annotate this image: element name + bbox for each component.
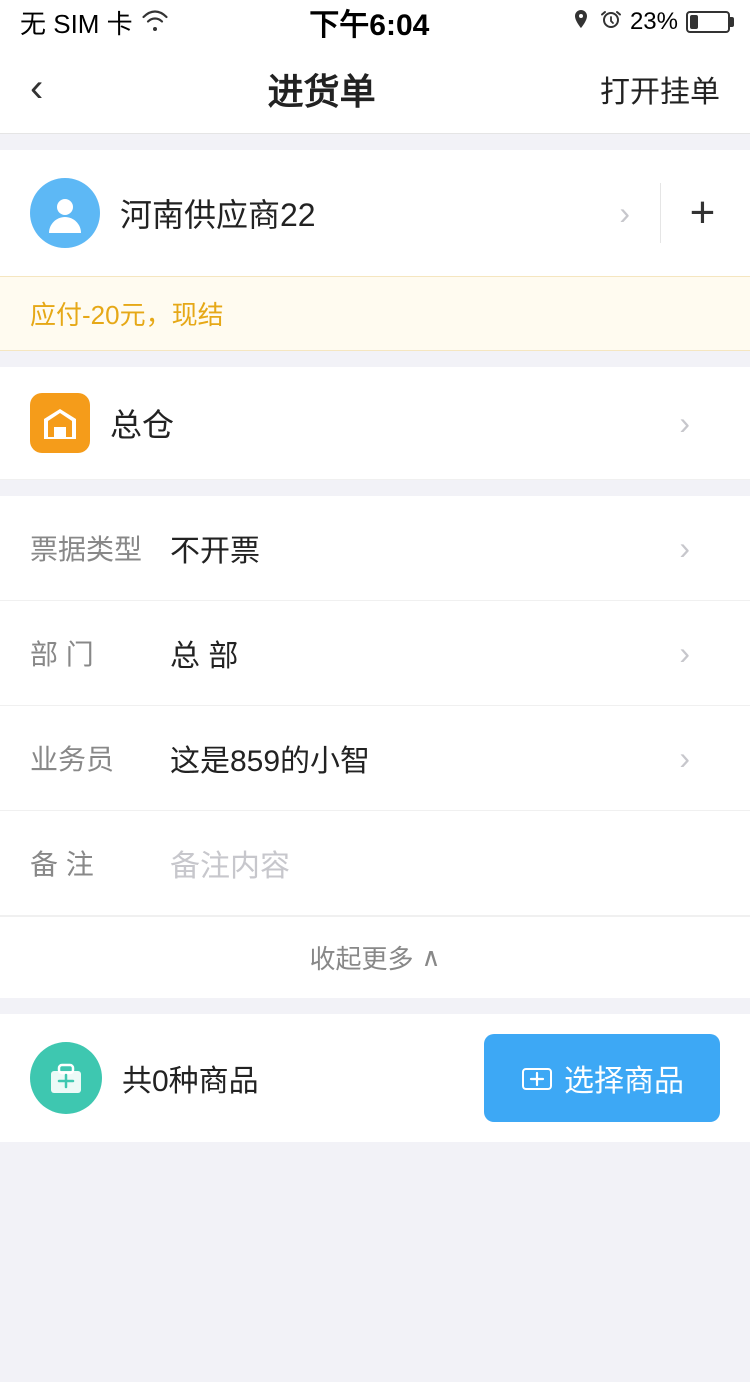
salesman-chevron-icon: › (679, 740, 690, 777)
top-divider (0, 134, 750, 150)
status-right: 23% (570, 8, 730, 37)
invoice-type-row[interactable]: 票据类型 不开票 › (0, 496, 750, 601)
salesman-label: 业务员 (30, 738, 170, 778)
collapse-icon: ∧ (421, 942, 440, 973)
add-supplier-button[interactable]: + (660, 183, 720, 243)
location-icon (570, 8, 592, 37)
supplier-avatar (30, 178, 100, 248)
wifi-icon (141, 7, 169, 38)
collapse-label: 收起更多 (309, 939, 413, 976)
supplier-chevron-icon: › (619, 195, 630, 232)
collapse-row[interactable]: 收起更多 ∧ (0, 916, 750, 998)
warehouse-row[interactable]: 总仓 › (0, 367, 750, 480)
nav-bar: ‹ 进货单 打开挂单 (0, 44, 750, 134)
bottom-product-bar: 共0种商品 选择商品 (0, 1014, 750, 1142)
notice-banner: 应付-20元，现结 (0, 276, 750, 351)
salesman-row[interactable]: 业务员 这是859的小智 › (0, 706, 750, 811)
back-button[interactable]: ‹ (30, 66, 43, 111)
page-title: 进货单 (268, 63, 376, 115)
supplier-name: 河南供应商22 (120, 190, 619, 236)
invoice-type-label: 票据类型 (30, 528, 170, 568)
warehouse-chevron-icon: › (679, 405, 690, 442)
alarm-icon (600, 8, 622, 37)
warehouse-section: 总仓 › (0, 367, 750, 480)
warehouse-name: 总仓 (110, 400, 679, 446)
notice-text: 应付-20元，现结 (30, 300, 224, 330)
invoice-type-chevron-icon: › (679, 530, 690, 567)
status-bar: 无 SIM 卡 下午6:04 23% (0, 0, 750, 44)
department-chevron-icon: › (679, 635, 690, 672)
remark-label: 备 注 (30, 843, 170, 883)
department-value: 总 部 (170, 631, 679, 675)
divider-1 (0, 351, 750, 367)
divider-2 (0, 480, 750, 496)
remark-row[interactable]: 备 注 备注内容 (0, 811, 750, 916)
select-product-label: 选择商品 (564, 1056, 684, 1100)
salesman-value: 这是859的小智 (170, 736, 679, 780)
product-icon (30, 1042, 102, 1114)
supplier-section: 河南供应商22 › + 应付-20元，现结 (0, 150, 750, 351)
form-section: 票据类型 不开票 › 部 门 总 部 › 业务员 这是859的小智 › 备 注 … (0, 496, 750, 998)
page-background (0, 1142, 750, 1382)
supplier-row[interactable]: 河南供应商22 › + (0, 150, 750, 276)
warehouse-icon (30, 393, 90, 453)
department-row[interactable]: 部 门 总 部 › (0, 601, 750, 706)
status-left: 无 SIM 卡 (20, 4, 169, 41)
product-count: 共0种商品 (122, 1056, 484, 1100)
invoice-type-value: 不开票 (170, 526, 679, 570)
carrier-text: 无 SIM 卡 (20, 4, 133, 41)
remark-placeholder: 备注内容 (170, 841, 720, 885)
battery-icon (686, 11, 730, 33)
status-time: 下午6:04 (309, 0, 429, 44)
battery-text: 23% (630, 8, 678, 36)
department-label: 部 门 (30, 633, 170, 673)
select-product-button[interactable]: 选择商品 (484, 1034, 720, 1122)
open-pending-button[interactable]: 打开挂单 (600, 67, 720, 111)
